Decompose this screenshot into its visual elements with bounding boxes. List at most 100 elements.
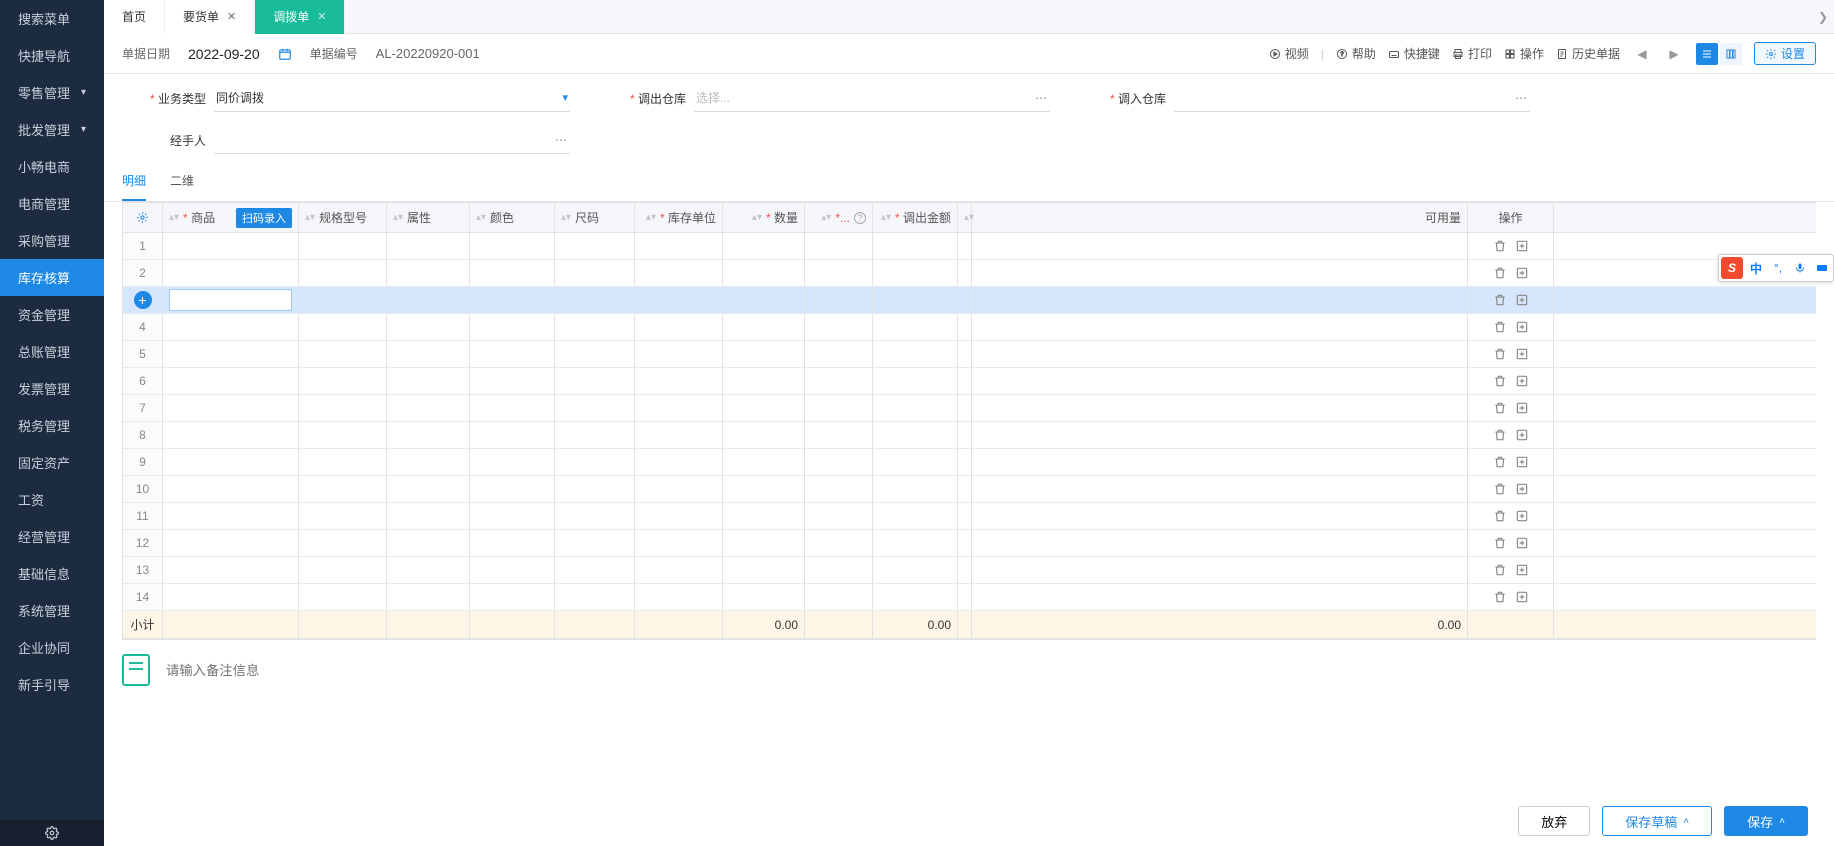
sidebar-item[interactable]: 采购管理 <box>0 222 104 259</box>
row-delete-icon[interactable] <box>1493 401 1507 415</box>
ime-toolbar[interactable]: S 中 °, <box>1718 254 1834 282</box>
sidebar-item[interactable]: 零售管理▾ <box>0 74 104 111</box>
tab[interactable]: 调拨单✕ <box>255 0 345 34</box>
handler-select[interactable]: ⋯ <box>214 126 570 154</box>
prev-doc-icon[interactable]: ◀ <box>1632 44 1652 64</box>
row-delete-icon[interactable] <box>1493 509 1507 523</box>
sidebar-item[interactable]: 基础信息 <box>0 555 104 592</box>
discard-button[interactable]: 放弃 <box>1518 806 1590 836</box>
row-delete-icon[interactable] <box>1493 590 1507 604</box>
sidebar-item[interactable]: 工资 <box>0 481 104 518</box>
row-insert-icon[interactable] <box>1515 455 1529 469</box>
table-row[interactable]: 9 <box>123 449 1816 476</box>
col-size[interactable]: ▴▾尺码 <box>555 203 635 232</box>
table-row[interactable]: 1 <box>123 233 1816 260</box>
sidebar-item[interactable]: 经营管理 <box>0 518 104 555</box>
next-doc-icon[interactable]: ▶ <box>1664 44 1684 64</box>
sidebar-item[interactable]: 新手引导 <box>0 666 104 703</box>
table-row[interactable]: 7 <box>123 395 1816 422</box>
row-delete-icon[interactable] <box>1493 266 1507 280</box>
sidebar-item[interactable]: 搜索菜单 <box>0 0 104 37</box>
row-delete-icon[interactable] <box>1493 482 1507 496</box>
table-row[interactable]: 12 <box>123 530 1816 557</box>
tab[interactable]: 首页 <box>104 0 165 34</box>
table-row[interactable]: 6 <box>123 368 1816 395</box>
print-link[interactable]: 打印 <box>1452 45 1492 62</box>
video-link[interactable]: 视频 <box>1269 45 1309 62</box>
calendar-icon[interactable] <box>278 47 292 61</box>
out-warehouse-select[interactable]: 选择... ⋯ <box>694 84 1050 112</box>
row-insert-icon[interactable] <box>1515 293 1529 307</box>
ops-link[interactable]: 操作 <box>1504 45 1544 62</box>
col-amount[interactable]: ▴▾* 调出金额 <box>873 203 958 232</box>
row-insert-icon[interactable] <box>1515 428 1529 442</box>
table-row[interactable]: 10 <box>123 476 1816 503</box>
ime-mic-icon[interactable] <box>1789 257 1811 279</box>
sidebar-item[interactable]: 批发管理▾ <box>0 111 104 148</box>
sidebar-settings-icon[interactable] <box>0 820 104 846</box>
sidebar-item[interactable]: 资金管理 <box>0 296 104 333</box>
settings-button[interactable]: 设置 <box>1754 42 1816 65</box>
table-row[interactable]: 13 <box>123 557 1816 584</box>
row-insert-icon[interactable] <box>1515 320 1529 334</box>
scan-badge[interactable]: 扫码录入 <box>236 208 292 228</box>
sidebar-item[interactable]: 固定资产 <box>0 444 104 481</box>
row-insert-icon[interactable] <box>1515 563 1529 577</box>
sidebar-item[interactable]: 系统管理 <box>0 592 104 629</box>
row-insert-icon[interactable] <box>1515 482 1529 496</box>
row-delete-icon[interactable] <box>1493 428 1507 442</box>
sidebar-item[interactable]: 库存核算 <box>0 259 104 296</box>
row-delete-icon[interactable] <box>1493 347 1507 361</box>
row-delete-icon[interactable] <box>1493 563 1507 577</box>
col-avail[interactable]: 可用量 <box>972 203 1468 232</box>
col-product[interactable]: ▴▾* 商品扫码录入 <box>163 203 299 232</box>
col-extra[interactable]: ▴▾*...? <box>805 203 873 232</box>
hotkey-link[interactable]: 快捷键 <box>1388 45 1440 62</box>
ime-keyboard-icon[interactable] <box>1811 257 1833 279</box>
row-insert-icon[interactable] <box>1515 590 1529 604</box>
table-row[interactable]: 2 <box>123 260 1816 287</box>
sidebar-item[interactable]: 小畅电商 <box>0 148 104 185</box>
close-icon[interactable]: ✕ <box>317 10 326 23</box>
col-attr[interactable]: ▴▾属性 <box>387 203 470 232</box>
history-link[interactable]: 历史单据 <box>1556 45 1620 62</box>
row-delete-icon[interactable] <box>1493 320 1507 334</box>
ime-punct-icon[interactable]: °, <box>1767 257 1789 279</box>
view-columns-icon[interactable] <box>1720 43 1742 65</box>
table-row[interactable]: + <box>123 287 1816 314</box>
row-insert-icon[interactable] <box>1515 401 1529 415</box>
row-insert-icon[interactable] <box>1515 509 1529 523</box>
close-icon[interactable]: ✕ <box>227 10 236 23</box>
save-draft-button[interactable]: 保存草稿˄ <box>1602 806 1712 836</box>
col-spec[interactable]: ▴▾规格型号 <box>299 203 387 232</box>
tabs-expand-icon[interactable]: ❯ <box>1812 10 1834 24</box>
col-unit[interactable]: ▴▾* 库存单位 <box>635 203 723 232</box>
biz-type-select[interactable]: 同价调拨 ▾ <box>214 84 570 112</box>
row-delete-icon[interactable] <box>1493 293 1507 307</box>
row-insert-icon[interactable] <box>1515 266 1529 280</box>
view-list-icon[interactable] <box>1696 43 1718 65</box>
sidebar-item[interactable]: 电商管理 <box>0 185 104 222</box>
row-delete-icon[interactable] <box>1493 374 1507 388</box>
sidebar-item[interactable]: 企业协同 <box>0 629 104 666</box>
tab[interactable]: 要货单✕ <box>165 0 255 34</box>
col-color[interactable]: ▴▾颜色 <box>470 203 555 232</box>
row-delete-icon[interactable] <box>1493 455 1507 469</box>
table-row[interactable]: 8 <box>123 422 1816 449</box>
row-insert-icon[interactable] <box>1515 239 1529 253</box>
table-row[interactable]: 4 <box>123 314 1816 341</box>
note-input[interactable] <box>166 656 1816 684</box>
col-qty[interactable]: ▴▾* 数量 <box>723 203 805 232</box>
help-link[interactable]: ?帮助 <box>1336 45 1376 62</box>
add-row-icon[interactable]: + <box>134 291 152 309</box>
table-row[interactable]: 14 <box>123 584 1816 611</box>
sidebar-item[interactable]: 快捷导航 <box>0 37 104 74</box>
product-cell-input[interactable] <box>169 289 292 311</box>
sidebar-item[interactable]: 总账管理 <box>0 333 104 370</box>
sidebar-item[interactable]: 发票管理 <box>0 370 104 407</box>
sidebar-item[interactable]: 税务管理 <box>0 407 104 444</box>
col-config-icon[interactable] <box>123 203 163 232</box>
tab-detail[interactable]: 明细 <box>122 164 146 201</box>
row-insert-icon[interactable] <box>1515 374 1529 388</box>
in-warehouse-select[interactable]: ⋯ <box>1174 84 1530 112</box>
